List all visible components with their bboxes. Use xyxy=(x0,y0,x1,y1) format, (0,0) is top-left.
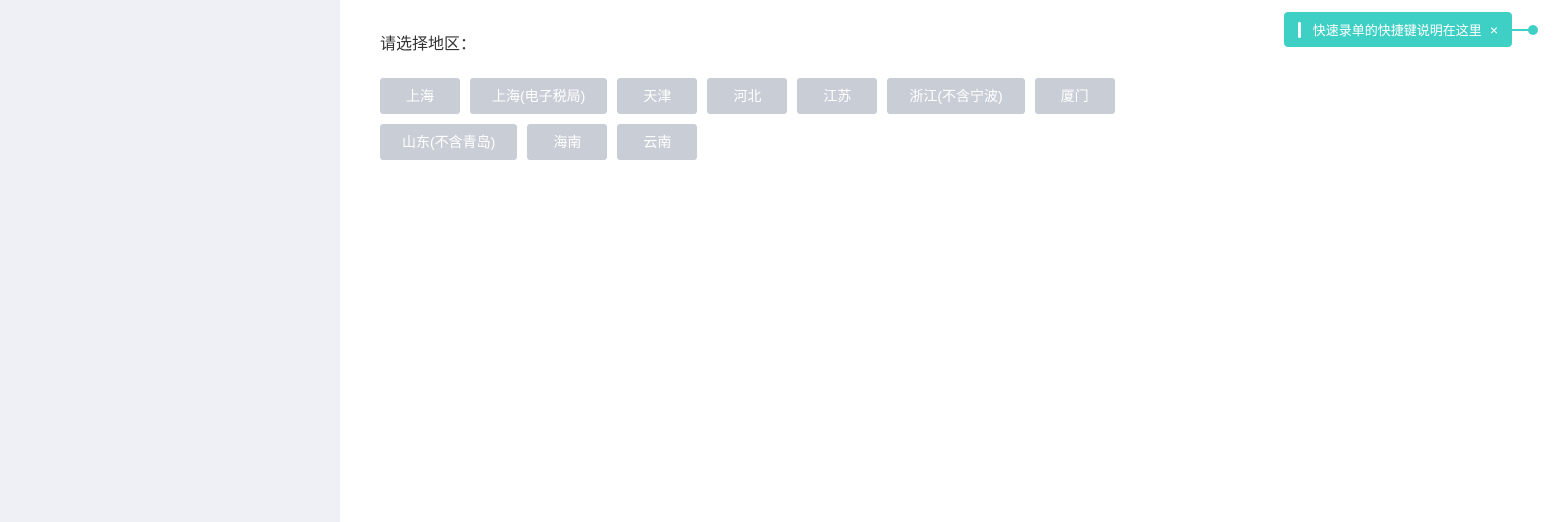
region-btn-shanghai-etax[interactable]: 上海(电子税局) xyxy=(470,78,607,114)
region-btn-shandong[interactable]: 山东(不含青岛) xyxy=(380,124,517,160)
main-content: 请选择地区： 上海 上海(电子税局) 天津 河北 江苏 浙江(不含宁波) 厦门 … xyxy=(340,0,1562,522)
region-btn-yunnan[interactable]: 云南 xyxy=(617,124,697,160)
region-btn-xiamen[interactable]: 厦门 xyxy=(1035,78,1115,114)
tooltip-text: 快速录单的快捷键说明在这里 xyxy=(1313,20,1482,39)
region-btn-hainan[interactable]: 海南 xyxy=(527,124,607,160)
region-btn-hebei[interactable]: 河北 xyxy=(707,78,787,114)
tooltip-connector-line xyxy=(1511,29,1529,31)
region-row-2: 山东(不含青岛) 海南 云南 xyxy=(380,124,1522,160)
region-btn-shanghai[interactable]: 上海 xyxy=(380,78,460,114)
tooltip-close-button[interactable]: × xyxy=(1490,23,1498,37)
tooltip-connector-dot xyxy=(1528,25,1538,35)
tooltip-banner: 快速录单的快捷键说明在这里 × xyxy=(1284,12,1512,47)
region-btn-tianjin[interactable]: 天津 xyxy=(617,78,697,114)
region-btn-zhejiang[interactable]: 浙江(不含宁波) xyxy=(887,78,1024,114)
region-btn-jiangsu[interactable]: 江苏 xyxy=(797,78,877,114)
region-row-1: 上海 上海(电子税局) 天津 河北 江苏 浙江(不含宁波) 厦门 xyxy=(380,78,1522,114)
left-sidebar xyxy=(0,0,340,522)
